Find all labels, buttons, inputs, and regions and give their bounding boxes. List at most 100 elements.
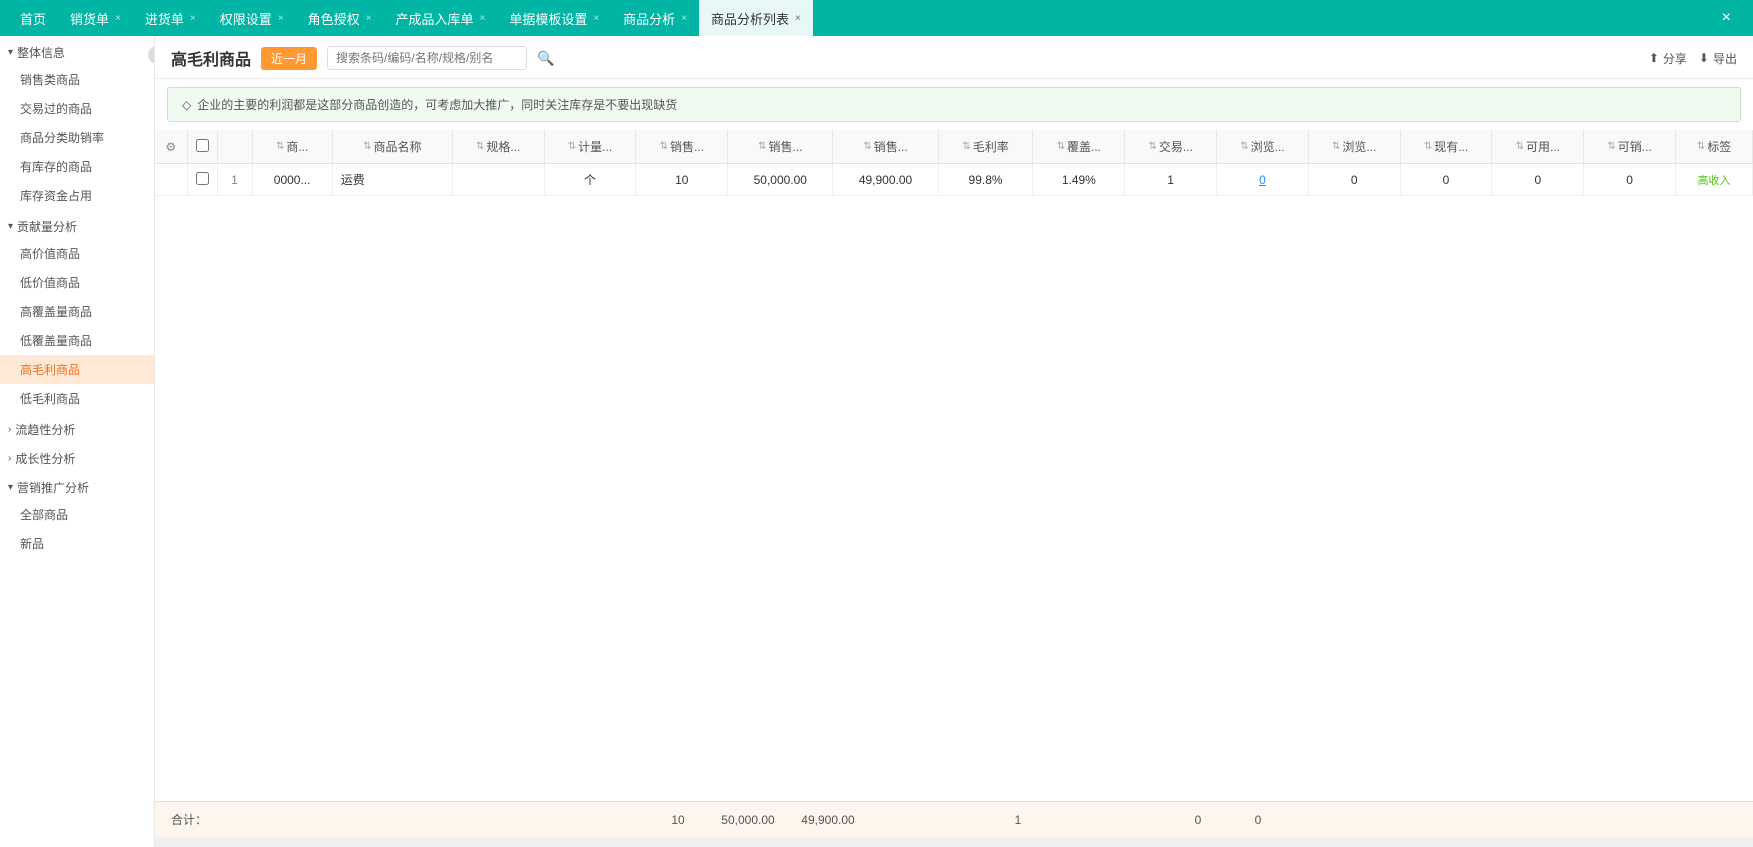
sidebar-item-all-goods[interactable]: 全部商品 (0, 500, 154, 529)
col-sales-qty[interactable]: ⇅销售... (636, 130, 728, 164)
col-stock2[interactable]: ⇅可用... (1492, 130, 1584, 164)
info-banner: ◇ 企业的主要的利润都是这部分商品创造的，可考虑加大推广，同时关注库存是不要出现… (167, 87, 1741, 122)
nav-product-in-close[interactable]: × (479, 13, 485, 24)
col-stock3-sort-icon: ⇅ (1607, 141, 1615, 152)
col-trade[interactable]: ⇅交易... (1125, 130, 1217, 164)
sidebar-item-high-margin[interactable]: 高毛利商品 (0, 355, 154, 384)
filter-month-button[interactable]: 近一月 (261, 47, 317, 70)
nav-sales[interactable]: 销货单 × (58, 0, 133, 36)
col-sales-amt-sort-icon: ⇅ (758, 141, 766, 152)
table-body: 1 0000... 运费 个 10 50,000.00 49,900.00 99… (155, 164, 1753, 196)
header-actions: ⬆ 分享 ⬇ 导出 (1649, 50, 1737, 67)
nav-goods-analysis[interactable]: 商品分析 × (611, 0, 699, 36)
col-code[interactable]: ⇅商... (252, 130, 332, 164)
sidebar-item-low-coverage[interactable]: 低覆盖量商品 (0, 326, 154, 355)
row-checkbox[interactable] (187, 164, 217, 196)
col-sales-amt2[interactable]: ⇅销售... (833, 130, 938, 164)
table-row: 1 0000... 运费 个 10 50,000.00 49,900.00 99… (155, 164, 1753, 196)
col-gross-rate[interactable]: ⇅毛利率 (938, 130, 1033, 164)
row-browse2: 0 (1308, 164, 1400, 196)
nav-permission[interactable]: 权限设置 × (208, 0, 296, 36)
footer-stock1: 0 (1168, 813, 1228, 827)
share-button[interactable]: ⬆ 分享 (1649, 50, 1687, 67)
footer-sales-amt2: 49,900.00 (788, 813, 868, 827)
col-browse1-sort-icon: ⇅ (1240, 141, 1248, 152)
footer-empty11 (1108, 813, 1168, 827)
col-num (217, 130, 252, 164)
sidebar-item-category-rate[interactable]: 商品分类助销率 (0, 123, 154, 152)
row-tag: 高收入 (1676, 164, 1753, 196)
row-browse1[interactable]: 0 (1217, 164, 1309, 196)
nav-role-close[interactable]: × (366, 13, 372, 24)
table-wrapper[interactable]: ⚙ ⇅商... ⇅商品名称 ⇅规格... (155, 130, 1753, 801)
nav-role[interactable]: 角色授权 × (296, 0, 384, 36)
sidebar-item-in-stock[interactable]: 有库存的商品 (0, 152, 154, 181)
sidebar-group-marketing-arrow: ▾ (8, 482, 13, 493)
col-sales-qty-sort-icon: ⇅ (660, 141, 668, 152)
nav-goods-analysis-close[interactable]: × (681, 13, 687, 24)
col-stock1[interactable]: ⇅现有... (1400, 130, 1492, 164)
sidebar-item-low-value[interactable]: 低价值商品 (0, 268, 154, 297)
col-stock3[interactable]: ⇅可销... (1584, 130, 1676, 164)
nav-product-in[interactable]: 产成品入库单 × (383, 0, 497, 36)
row-settings (155, 164, 187, 196)
col-spec[interactable]: ⇅规格... (452, 130, 544, 164)
main-layout: « ▾ 整体信息 销售类商品 交易过的商品 商品分类助销率 有库存的商品 库存资… (0, 36, 1753, 847)
export-button[interactable]: ⬇ 导出 (1699, 50, 1737, 67)
nav-purchase-close[interactable]: × (190, 13, 196, 24)
col-tag[interactable]: ⇅标签 (1676, 130, 1753, 164)
sidebar-group-trend[interactable]: › 流趋性分析 (0, 413, 154, 442)
row-sales-qty: 10 (636, 164, 728, 196)
select-all-checkbox[interactable] (196, 139, 209, 152)
col-sales-amt2-sort-icon: ⇅ (863, 141, 871, 152)
sidebar-group-marketing[interactable]: ▾ 营销推广分析 (0, 471, 154, 500)
col-name[interactable]: ⇅商品名称 (332, 130, 452, 164)
content-area: 高毛利商品 近一月 🔍 ⬆ 分享 ⬇ 导出 ◇ 企业的主要的利润都是这部分商品创… (155, 36, 1753, 847)
nav-sales-close[interactable]: × (115, 13, 121, 24)
search-input[interactable] (327, 46, 527, 70)
col-name-sort-icon: ⇅ (363, 141, 371, 152)
sidebar-item-traded-goods[interactable]: 交易过的商品 (0, 94, 154, 123)
footer-empty2 (283, 813, 313, 827)
col-browse1[interactable]: ⇅浏览... (1217, 130, 1309, 164)
sidebar-item-low-margin[interactable]: 低毛利商品 (0, 384, 154, 413)
sidebar-item-high-coverage[interactable]: 高覆盖量商品 (0, 297, 154, 326)
row-select-checkbox[interactable] (196, 172, 209, 185)
close-window-button[interactable]: × (1708, 9, 1745, 27)
nav-home[interactable]: 首页 (8, 0, 58, 36)
search-button[interactable]: 🔍 (537, 50, 554, 67)
footer-empty7 (588, 813, 648, 827)
sidebar-group-trend-arrow: › (8, 424, 11, 435)
row-sales-amt2: 49,900.00 (833, 164, 938, 196)
sidebar-item-high-value[interactable]: 高价值商品 (0, 239, 154, 268)
share-icon: ⬆ (1649, 51, 1659, 65)
sidebar-item-sales-goods[interactable]: 销售类商品 (0, 65, 154, 94)
horizontal-scrollbar[interactable] (155, 837, 1753, 847)
sidebar-item-stock-capital[interactable]: 库存资金占用 (0, 181, 154, 210)
nav-permission-close[interactable]: × (278, 13, 284, 24)
sidebar-group-contribution[interactable]: ▾ 贡献量分析 (0, 210, 154, 239)
nav-template-close[interactable]: × (593, 13, 599, 24)
nav-purchase[interactable]: 进货单 × (133, 0, 208, 36)
col-checkbox[interactable] (187, 130, 217, 164)
col-sales-amt[interactable]: ⇅销售... (728, 130, 833, 164)
sidebar-item-new-goods[interactable]: 新品 (0, 529, 154, 558)
col-browse2[interactable]: ⇅浏览... (1308, 130, 1400, 164)
row-stock3: 0 (1584, 164, 1676, 196)
col-settings[interactable]: ⚙ (155, 130, 187, 164)
row-num: 1 (217, 164, 252, 196)
col-sort-icon: ⇅ (276, 141, 284, 152)
footer-total-label: 合计： (171, 811, 251, 828)
col-unit[interactable]: ⇅计量... (544, 130, 636, 164)
sidebar-group-growth[interactable]: › 成长性分析 (0, 442, 154, 471)
sidebar-group-overall[interactable]: ▾ 整体信息 (0, 36, 154, 65)
col-gross-rate-sort-icon: ⇅ (962, 141, 970, 152)
col-coverage[interactable]: ⇅覆盖... (1033, 130, 1125, 164)
nav-template[interactable]: 单据模板设置 × (497, 0, 611, 36)
nav-goods-analysis-list-close[interactable]: × (795, 13, 801, 24)
settings-icon[interactable]: ⚙ (165, 140, 176, 154)
row-name[interactable]: 运费 (332, 164, 452, 196)
footer-sales-qty: 10 (648, 813, 708, 827)
export-icon: ⬇ (1699, 51, 1709, 65)
nav-goods-analysis-list[interactable]: 商品分析列表 × (699, 0, 813, 36)
